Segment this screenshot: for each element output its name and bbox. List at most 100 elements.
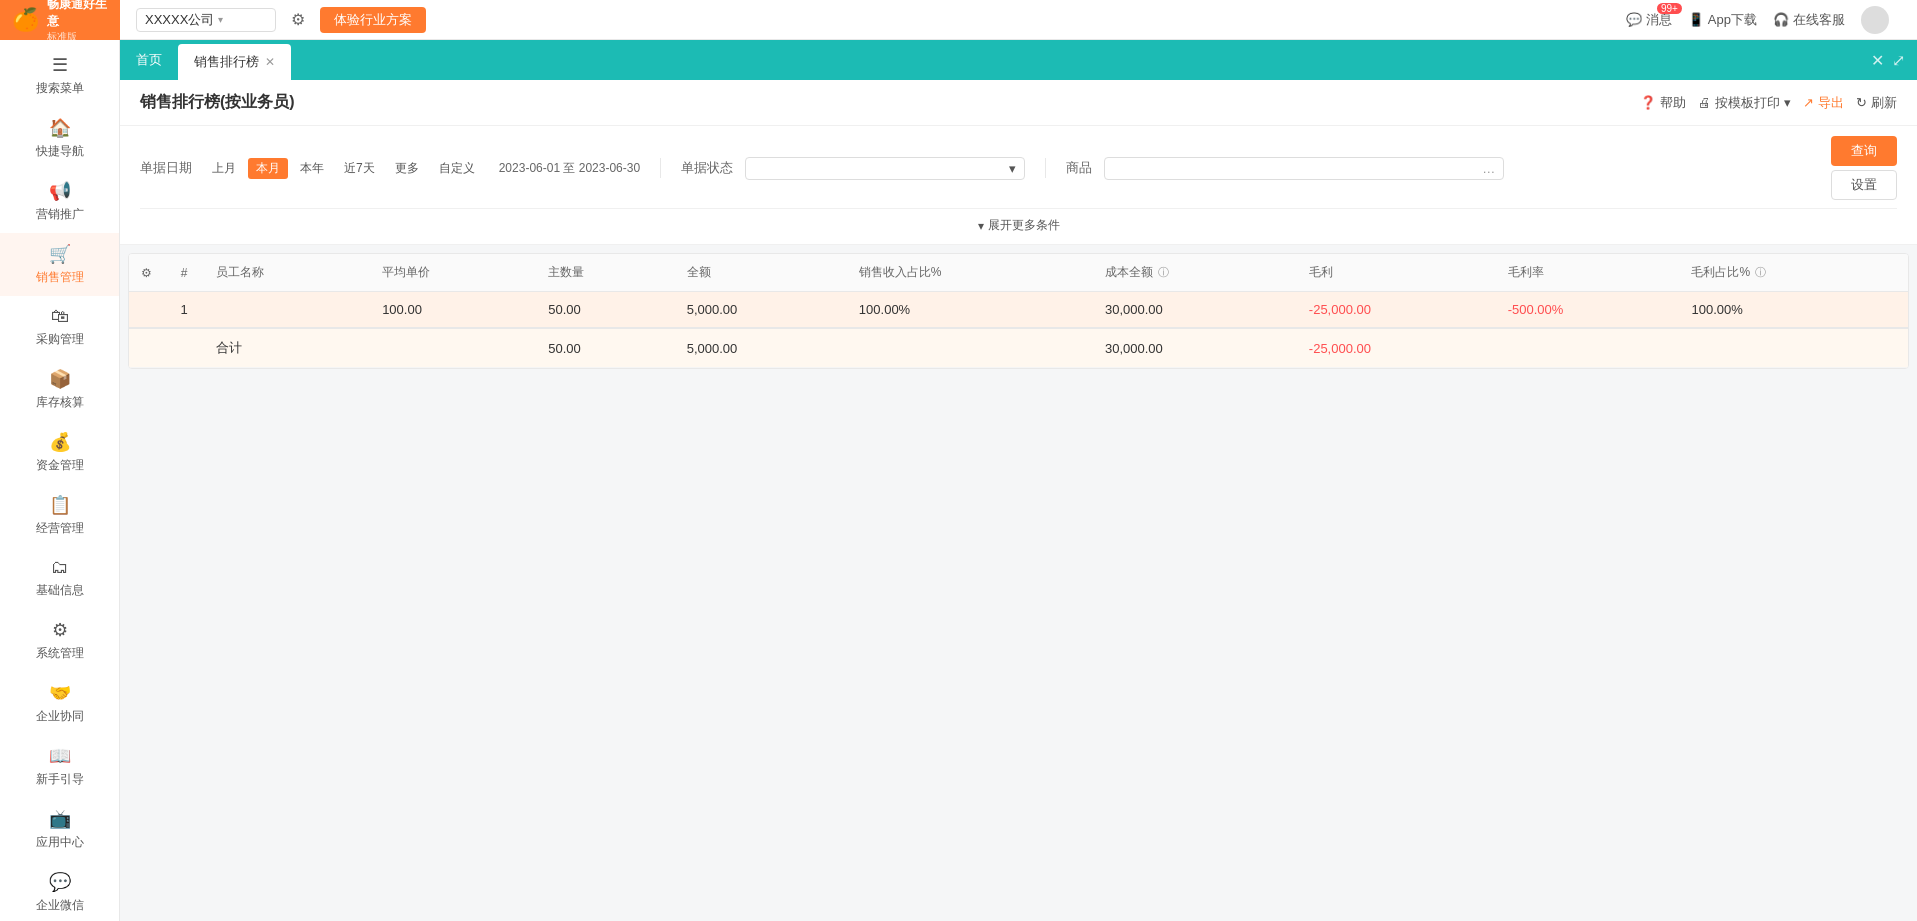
status-select[interactable]: ▾	[745, 157, 1025, 180]
sidebar-label-finance: 资金管理	[36, 457, 84, 474]
table-header-row: ⚙ # 员工名称 平均单价 主数量 全额 销售收入占比% 成本全额 ⓘ 毛利 毛…	[129, 254, 1908, 292]
sidebar-item-quick-nav[interactable]: 🏠 快捷导航	[0, 107, 119, 170]
col-avg-price: 平均单价	[370, 254, 536, 292]
quick-nav-icon: 🏠	[49, 117, 71, 139]
window-close-button[interactable]: ✕	[1871, 51, 1884, 70]
footer-main-qty: 50.00	[536, 328, 674, 368]
refresh-button[interactable]: ↻ 刷新	[1856, 94, 1897, 112]
sidebar-item-operations[interactable]: 📋 经营管理	[0, 484, 119, 547]
trial-button[interactable]: 体验行业方案	[320, 7, 426, 33]
message-icon: 💬	[1626, 12, 1642, 27]
online-service-button[interactable]: 🎧 在线客服	[1773, 11, 1845, 29]
sidebar-item-guide[interactable]: 📖 新手引导	[0, 735, 119, 798]
window-expand-button[interactable]: ⤢	[1892, 51, 1905, 70]
filter-divider-1	[660, 158, 661, 178]
tab-sales-rank[interactable]: 销售排行榜 ✕	[178, 44, 291, 80]
sidebar-label-inventory: 库存核算	[36, 394, 84, 411]
sidebar-item-basic-info[interactable]: 🗂 基础信息	[0, 547, 119, 609]
table-footer: 合计 50.00 5,000.00 30,000.00 -25,000.00	[129, 328, 1908, 368]
wechat-icon: 💬	[49, 871, 71, 893]
status-label: 单据状态	[681, 159, 733, 177]
logo-text: 畅康通好生意 标准版	[47, 0, 108, 44]
purchase-icon: 🛍	[51, 306, 69, 327]
content-area: 销售排行榜(按业务员) ❓ 帮助 🖨 按模板打印 ▾ ↗ 导出	[120, 80, 1917, 921]
sidebar-label-quick-nav: 快捷导航	[36, 143, 84, 160]
col-name: 员工名称	[204, 254, 370, 292]
row-sales-pct: 100.00%	[847, 292, 1093, 329]
sidebar-label-wechat: 企业微信	[36, 897, 84, 914]
goods-select[interactable]: …	[1104, 157, 1504, 180]
template-print-button[interactable]: 🖨 按模板打印 ▾	[1698, 94, 1791, 112]
sidebar-item-search[interactable]: ☰ 搜索菜单	[0, 44, 119, 107]
sidebar-item-finance[interactable]: 💰 资金管理	[0, 421, 119, 484]
avatar[interactable]	[1861, 6, 1889, 34]
goods-dots-icon[interactable]: …	[1482, 161, 1495, 176]
window-controls: ✕ ⤢	[1871, 51, 1917, 70]
expand-conditions-button[interactable]: ▾ 展开更多条件	[140, 208, 1897, 234]
page-header: 销售排行榜(按业务员) ❓ 帮助 🖨 按模板打印 ▾ ↗ 导出	[120, 80, 1917, 126]
help-icon: ❓	[1640, 95, 1656, 110]
date-tab-this-year[interactable]: 本年	[292, 158, 332, 179]
print-icon: 🖨	[1698, 95, 1711, 110]
cost-info-icon[interactable]: ⓘ	[1158, 266, 1169, 278]
date-tab-more[interactable]: 更多	[387, 158, 427, 179]
col-profit-rate: 毛利率	[1496, 254, 1680, 292]
col-cost: 成本全额 ⓘ	[1093, 254, 1297, 292]
print-chevron-icon: ▾	[1784, 95, 1791, 110]
row-rank: 1	[164, 292, 204, 329]
company-select[interactable]: XXXXX公司 ▾	[136, 8, 276, 32]
filter-settings-button[interactable]: 设置	[1831, 170, 1897, 200]
sidebar-item-sales[interactable]: 🛒 销售管理	[0, 233, 119, 296]
tab-home[interactable]: 首页	[120, 40, 178, 80]
expand-icon: ▾	[978, 219, 984, 233]
sidebar-item-enterprise[interactable]: 🤝 企业协同	[0, 672, 119, 735]
date-tab-custom[interactable]: 自定义	[431, 158, 483, 179]
top-right-area: 💬 消息 99+ 📱 App下载 🎧 在线客服	[1626, 6, 1905, 34]
operations-icon: 📋	[49, 494, 71, 516]
chevron-down-icon: ▾	[218, 14, 223, 25]
app-icon: 📱	[1688, 12, 1704, 27]
date-range: 2023-06-01 至 2023-06-30	[499, 160, 640, 177]
sidebar-item-marketing[interactable]: 📢 营销推广	[0, 170, 119, 233]
date-tab-prev-month[interactable]: 上月	[204, 158, 244, 179]
sidebar-label-marketing: 营销推广	[36, 206, 84, 223]
app-center-icon: 📺	[49, 808, 71, 830]
app-download-button[interactable]: 📱 App下载	[1688, 11, 1757, 29]
sidebar-item-system[interactable]: ⚙ 系统管理	[0, 609, 119, 672]
logo-area: 🍊 畅康通好生意 标准版	[0, 0, 120, 40]
sidebar-label-search: 搜索菜单	[36, 80, 84, 97]
sidebar-item-inventory[interactable]: 📦 库存核算	[0, 358, 119, 421]
sidebar-label-operations: 经营管理	[36, 520, 84, 537]
col-profit-pct: 毛利占比% ⓘ	[1679, 254, 1908, 292]
message-button[interactable]: 💬 消息 99+	[1626, 11, 1672, 29]
table-row: 1 100.00 50.00 5,000.00 100.00% 30,000.0…	[129, 292, 1908, 329]
filter-divider-2	[1045, 158, 1046, 178]
col-amount: 全额	[675, 254, 847, 292]
nav-tabs: 首页 销售排行榜 ✕ ✕ ⤢	[120, 40, 1917, 80]
row-profit: -25,000.00	[1297, 292, 1496, 329]
col-sales-pct: 销售收入占比%	[847, 254, 1093, 292]
gear-button[interactable]: ⚙	[284, 6, 312, 34]
date-tab-this-month[interactable]: 本月	[248, 158, 288, 179]
search-icon: ☰	[52, 54, 68, 76]
sidebar-label-purchase: 采购管理	[36, 331, 84, 348]
row-profit-rate: -500.00%	[1496, 292, 1680, 329]
date-tab-7days[interactable]: 近7天	[336, 158, 383, 179]
export-button[interactable]: ↗ 导出	[1803, 94, 1844, 112]
filter-row-1: 单据日期 上月本月本年近7天更多自定义 2023-06-01 至 2023-06…	[140, 136, 1897, 200]
company-name: XXXXX公司	[145, 11, 214, 29]
table-wrapper: ⚙ # 员工名称 平均单价 主数量 全额 销售收入占比% 成本全额 ⓘ 毛利 毛…	[129, 254, 1908, 368]
col-settings[interactable]: ⚙	[129, 254, 164, 292]
help-button[interactable]: ❓ 帮助	[1640, 94, 1686, 112]
tab-close-icon[interactable]: ✕	[265, 55, 275, 69]
data-table-container: ⚙ # 员工名称 平均单价 主数量 全额 销售收入占比% 成本全额 ⓘ 毛利 毛…	[128, 253, 1909, 369]
refresh-icon: ↻	[1856, 95, 1867, 110]
query-button[interactable]: 查询	[1831, 136, 1897, 166]
row-profit-pct: 100.00%	[1679, 292, 1908, 329]
enterprise-icon: 🤝	[49, 682, 71, 704]
profit-pct-info-icon[interactable]: ⓘ	[1755, 266, 1766, 278]
sidebar-item-wechat[interactable]: 💬 企业微信	[0, 861, 119, 921]
sidebar-item-app-center[interactable]: 📺 应用中心	[0, 798, 119, 861]
sidebar-item-purchase[interactable]: 🛍 采购管理	[0, 296, 119, 358]
sidebar-label-app-center: 应用中心	[36, 834, 84, 851]
